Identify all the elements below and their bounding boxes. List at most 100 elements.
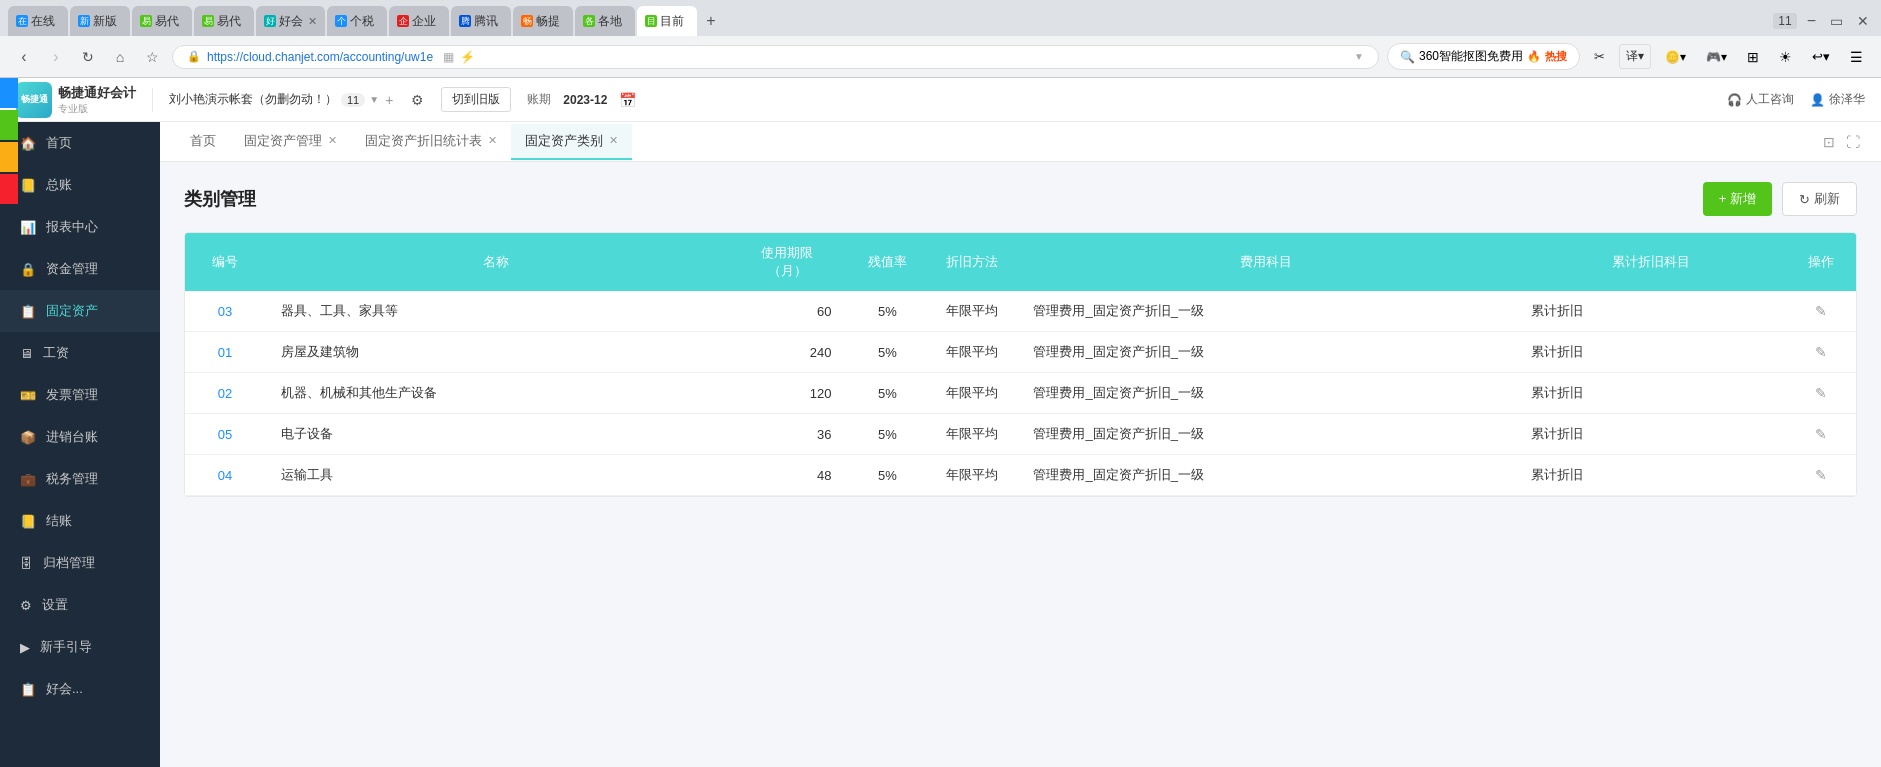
tab-fullscreen-btn[interactable]: ⛶ bbox=[1841, 130, 1865, 154]
cell-expense: 管理费用_固定资产折旧_一级 bbox=[1017, 332, 1515, 373]
forward-button[interactable]: › bbox=[44, 45, 68, 69]
tab-close-fa-mgmt[interactable]: ✕ bbox=[328, 134, 337, 147]
sidebar-item-settlement[interactable]: 📒 结账 bbox=[0, 500, 160, 542]
sidebar-item-salary[interactable]: 🖥 工资 bbox=[0, 332, 160, 374]
col-header-accum: 累计折旧科目 bbox=[1515, 233, 1786, 291]
window-minimize-btn[interactable]: − bbox=[1803, 12, 1820, 30]
browser-tab-10[interactable]: 各 各地 bbox=[575, 6, 635, 36]
col-header-method: 折旧方法 bbox=[927, 233, 1017, 291]
browser-tab-8[interactable]: 腾 腾讯 bbox=[451, 6, 511, 36]
tab-count-badge: 11 bbox=[1773, 13, 1796, 29]
url-input[interactable]: 🔒 https://cloud.chanjet.com/accounting/u… bbox=[172, 45, 1379, 69]
window-maximize-btn[interactable]: ▭ bbox=[1826, 13, 1847, 29]
wallet-btn[interactable]: 🪙▾ bbox=[1659, 47, 1692, 67]
cell-action: ✎ bbox=[1786, 373, 1856, 414]
edit-icon[interactable]: ✎ bbox=[1815, 467, 1827, 483]
new-tab-button[interactable]: + bbox=[699, 9, 723, 33]
cell-code: 05 bbox=[185, 414, 265, 455]
edit-icon[interactable]: ✎ bbox=[1815, 385, 1827, 401]
back-button[interactable]: ‹ bbox=[12, 45, 36, 69]
user-add-icon[interactable]: + bbox=[385, 92, 393, 108]
search-box[interactable]: 🔍 360智能抠图免费用 🔥 热搜 bbox=[1387, 43, 1580, 70]
browser-tab-3[interactable]: 易 易代 bbox=[132, 6, 192, 36]
app-bar-item-3[interactable] bbox=[0, 142, 18, 172]
col-header-expense: 费用科目 bbox=[1017, 233, 1515, 291]
sidebar-item-home[interactable]: 🏠 首页 bbox=[0, 122, 160, 164]
sidebar-item-archive[interactable]: 🗄 归档管理 bbox=[0, 542, 160, 584]
logo-edition: 专业版 bbox=[58, 102, 136, 116]
browser-tab-1[interactable]: 在 在线 bbox=[8, 6, 68, 36]
browser-menu-btn[interactable]: ☰ bbox=[1844, 46, 1869, 68]
app-bar-item-4[interactable] bbox=[0, 174, 18, 204]
edit-icon[interactable]: ✎ bbox=[1815, 303, 1827, 319]
sidebar-item-fixed-assets[interactable]: 📋 固定资产 bbox=[0, 290, 160, 332]
sidebar-label-archive: 归档管理 bbox=[43, 554, 95, 572]
edit-icon[interactable]: ✎ bbox=[1815, 426, 1827, 442]
tab-home[interactable]: 首页 bbox=[176, 124, 230, 160]
cell-code: 03 bbox=[185, 291, 265, 332]
cell-period: 36 bbox=[727, 414, 847, 455]
sidebar-item-more[interactable]: 📋 好会... bbox=[0, 668, 160, 710]
purchase-sales-icon: 📦 bbox=[20, 430, 36, 445]
add-button[interactable]: + 新增 bbox=[1703, 182, 1772, 216]
tab-fa-category[interactable]: 固定资产类别 ✕ bbox=[511, 124, 632, 160]
consult-btn[interactable]: 🎧 人工咨询 bbox=[1727, 91, 1794, 108]
tab-expand-btn[interactable]: ⊡ bbox=[1817, 130, 1841, 154]
app-bar-item-1[interactable] bbox=[0, 78, 18, 108]
browser-tab-11[interactable]: 目 目前 bbox=[637, 6, 697, 36]
switch-version-btn[interactable]: 切到旧版 bbox=[441, 87, 511, 112]
browser-tab-9[interactable]: 畅 畅提 bbox=[513, 6, 573, 36]
window-close-btn[interactable]: ✕ bbox=[1853, 13, 1873, 29]
url-dropdown-arrow[interactable]: ▼ bbox=[1354, 51, 1364, 62]
game-btn[interactable]: 🎮▾ bbox=[1700, 47, 1733, 67]
sidebar-label-guide: 新手引导 bbox=[40, 638, 92, 656]
refresh-icon: ↻ bbox=[1799, 192, 1810, 207]
home-button[interactable]: ⌂ bbox=[108, 45, 132, 69]
more-icon: 📋 bbox=[20, 682, 36, 697]
col-header-action: 操作 bbox=[1786, 233, 1856, 291]
grid-btn[interactable]: ⊞ bbox=[1741, 46, 1765, 68]
tab-fa-deprec[interactable]: 固定资产折旧统计表 ✕ bbox=[351, 124, 511, 160]
user-name: 刘小艳演示帐套（勿删勿动！） bbox=[169, 91, 337, 108]
sidebar-item-reports[interactable]: 📊 报表中心 bbox=[0, 206, 160, 248]
sidebar-item-ledger[interactable]: 📒 总账 bbox=[0, 164, 160, 206]
sidebar-item-settings[interactable]: ⚙ 设置 bbox=[0, 584, 160, 626]
app-container: 畅捷通 畅捷通好会计 专业版 刘小艳演示帐套（勿删勿动！） 11 ▼ + ⚙ 切… bbox=[0, 78, 1881, 767]
sidebar: 🏠 首页 📒 总账 📊 报表中心 🔒 资金管理 📋 固定资产 🖥 工资 bbox=[0, 122, 160, 767]
edit-icon[interactable]: ✎ bbox=[1815, 344, 1827, 360]
sidebar-item-guide[interactable]: ▶ 新手引导 bbox=[0, 626, 160, 668]
user-avatar[interactable]: 👤 徐泽华 bbox=[1810, 91, 1865, 108]
reload-button[interactable]: ↻ bbox=[76, 45, 100, 69]
browser-tab-2[interactable]: 新 新版 bbox=[70, 6, 130, 36]
cell-action: ✎ bbox=[1786, 455, 1856, 496]
sidebar-label-invoice: 发票管理 bbox=[46, 386, 98, 404]
user-dropdown-arrow[interactable]: ▼ bbox=[369, 94, 379, 105]
sidebar-item-tax[interactable]: 💼 税务管理 bbox=[0, 458, 160, 500]
invoice-icon: 🎫 bbox=[20, 388, 36, 403]
translate-btn[interactable]: 译▾ bbox=[1619, 44, 1651, 69]
tab-close-fa-category[interactable]: ✕ bbox=[609, 134, 618, 147]
period-value: 2023-12 bbox=[563, 93, 607, 107]
cell-code: 01 bbox=[185, 332, 265, 373]
refresh-button[interactable]: ↻ 刷新 bbox=[1782, 182, 1857, 216]
browser-tab-4[interactable]: 易 易代 bbox=[194, 6, 254, 36]
cell-expense: 管理费用_固定资产折旧_一级 bbox=[1017, 373, 1515, 414]
tab-close-fa-deprec[interactable]: ✕ bbox=[488, 134, 497, 147]
browser-tab-6[interactable]: 个 个税 bbox=[327, 6, 387, 36]
tab-fa-mgmt[interactable]: 固定资产管理 ✕ bbox=[230, 124, 351, 160]
calendar-icon[interactable]: 📅 bbox=[619, 92, 636, 108]
app-header: 畅捷通 畅捷通好会计 专业版 刘小艳演示帐套（勿删勿动！） 11 ▼ + ⚙ 切… bbox=[0, 78, 1881, 122]
browser-tab-7[interactable]: 企 企业 bbox=[389, 6, 449, 36]
sidebar-item-invoice[interactable]: 🎫 发票管理 bbox=[0, 374, 160, 416]
app-bar-item-2[interactable] bbox=[0, 110, 18, 140]
sidebar-item-funds[interactable]: 🔒 资金管理 bbox=[0, 248, 160, 290]
sidebar-item-purchase-sales[interactable]: 📦 进销台账 bbox=[0, 416, 160, 458]
tab-close-5[interactable]: ✕ bbox=[308, 15, 317, 28]
undo-btn[interactable]: ↩▾ bbox=[1806, 46, 1836, 67]
table-row: 05 电子设备 36 5% 年限平均 管理费用_固定资产折旧_一级 累计折旧 ✎ bbox=[185, 414, 1856, 455]
brightness-btn[interactable]: ☀ bbox=[1773, 46, 1798, 68]
bookmark-button[interactable]: ☆ bbox=[140, 45, 164, 69]
browser-tab-5[interactable]: 好 好会 ✕ bbox=[256, 6, 325, 36]
cut-icon-btn[interactable]: ✂ bbox=[1588, 46, 1611, 67]
header-settings-btn[interactable]: ⚙ bbox=[405, 88, 429, 112]
